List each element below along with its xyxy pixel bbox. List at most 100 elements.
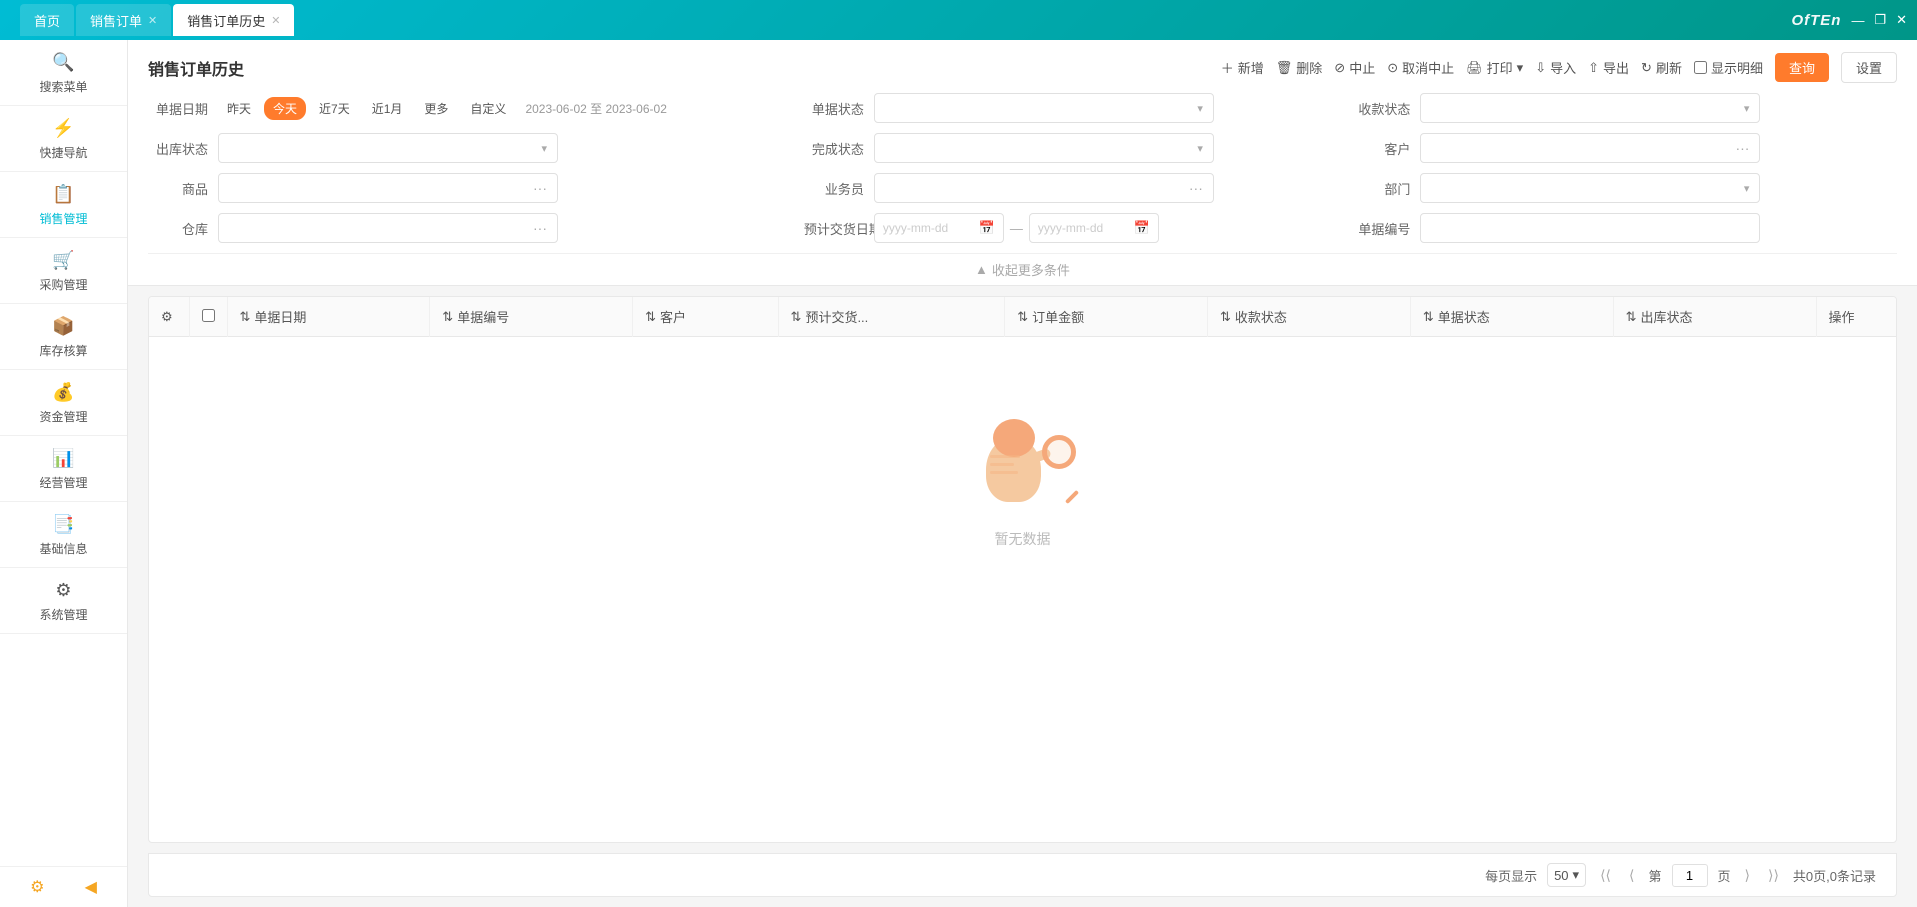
warehouse-ellipsis[interactable]: ···: [533, 220, 547, 236]
customer-label: 客户: [1350, 139, 1420, 158]
sidebar-item-operations-label: 经营管理: [39, 474, 87, 491]
sales-icon: 📋: [52, 184, 74, 205]
export-icon: ⇧: [1588, 60, 1599, 76]
sidebar-item-sales[interactable]: 📋 销售管理: [0, 172, 127, 238]
print-label: 打印: [1487, 58, 1513, 77]
sidebar-item-base-info[interactable]: 📑 基础信息: [0, 502, 127, 568]
sidebar-collapse-btn[interactable]: ◀: [85, 877, 97, 897]
empty-text: 暂无数据: [995, 529, 1051, 549]
window-minimize[interactable]: —: [1851, 13, 1864, 28]
display-detail-checkbox[interactable]: [1694, 61, 1707, 74]
new-button[interactable]: ＋ 新增: [1221, 58, 1264, 77]
cancel-stop-button[interactable]: ⊙ 取消中止: [1387, 58, 1454, 77]
tab-sales-order-history[interactable]: 销售订单历史 ✕: [173, 4, 294, 36]
data-table: ⚙ ⇅ 单据日期 ⇅: [149, 297, 1896, 629]
col-payment-status[interactable]: ⇅ 收款状态: [1208, 297, 1411, 337]
complete-status-select[interactable]: ▾: [874, 133, 1214, 163]
sidebar-bottom: ⚙ ◀: [0, 866, 127, 907]
collapse-icon: ▲: [975, 262, 988, 277]
date-pill-custom[interactable]: 自定义: [461, 97, 515, 120]
customer-ellipsis[interactable]: ···: [1735, 140, 1749, 156]
sidebar-item-inventory[interactable]: 📦 库存核算: [0, 304, 127, 370]
tab-sales-order-close[interactable]: ✕: [148, 14, 157, 27]
top-bar: 首页 销售订单 ✕ 销售订单历史 ✕ OfTEn — ❐ ✕: [0, 0, 1917, 40]
sidebar-item-purchase[interactable]: 🛒 采购管理: [0, 238, 127, 304]
out-status-select[interactable]: ▾: [218, 133, 558, 163]
collapse-filter-row[interactable]: ▲ 收起更多条件: [148, 253, 1897, 285]
delete-button[interactable]: 🗑 删除: [1276, 58, 1323, 77]
tab-sales-order-history-close[interactable]: ✕: [271, 14, 280, 27]
sidebar-item-inventory-label: 库存核算: [39, 342, 87, 359]
date-pill-last1m[interactable]: 近1月: [363, 97, 412, 120]
order-number-input[interactable]: [1420, 213, 1760, 243]
col-out-status[interactable]: ⇅ 出库状态: [1613, 297, 1816, 337]
last-page-btn[interactable]: ⟩⟩: [1764, 865, 1783, 886]
department-select[interactable]: ▾: [1420, 173, 1760, 203]
ill-head: [993, 419, 1035, 457]
inventory-icon: 📦: [52, 316, 74, 337]
order-status-select[interactable]: ▾: [874, 93, 1214, 123]
import-button[interactable]: ⇩ 导入: [1535, 58, 1576, 77]
refresh-label: 刷新: [1656, 58, 1682, 77]
col-delivery[interactable]: ⇅ 预计交货...: [778, 297, 1005, 337]
col-number[interactable]: ⇅ 单据编号: [430, 297, 633, 337]
col-checkbox: [189, 297, 227, 337]
col-customer-sortable[interactable]: ⇅ 客户: [645, 307, 765, 326]
delivery-date-from-input[interactable]: yyyy-mm-dd 📅: [874, 213, 1004, 243]
prev-page-btn[interactable]: ⟨: [1625, 865, 1638, 886]
display-detail-toggle[interactable]: 显示明细: [1694, 58, 1763, 77]
col-payment-status-sortable[interactable]: ⇅ 收款状态: [1220, 307, 1398, 326]
sidebar-settings-btn[interactable]: ⚙: [30, 877, 44, 897]
sidebar-item-purchase-label: 采购管理: [39, 276, 87, 293]
window-restore[interactable]: ❐: [1874, 12, 1886, 28]
sidebar-item-quick-nav[interactable]: ⚡ 快捷导航: [0, 106, 127, 172]
settings-button[interactable]: 设置: [1841, 52, 1897, 83]
print-button[interactable]: 🖨 打印 ▾: [1466, 58, 1523, 77]
page-header: 销售订单历史 ＋ 新增 🗑 删除 ⊘ 中止 ⊙: [128, 40, 1917, 286]
product-ellipsis[interactable]: ···: [533, 180, 547, 196]
refresh-button[interactable]: ↻ 刷新: [1641, 58, 1682, 77]
page-size-select[interactable]: 50 ▾: [1547, 863, 1586, 887]
col-delivery-sortable[interactable]: ⇅ 预计交货...: [791, 307, 993, 326]
col-out-status-sortable[interactable]: ⇅ 出库状态: [1626, 307, 1804, 326]
sidebar-item-operations[interactable]: 📊 经营管理: [0, 436, 127, 502]
sidebar-item-finance[interactable]: 💰 资金管理: [0, 370, 127, 436]
col-date-sortable[interactable]: ⇅ 单据日期: [240, 307, 418, 326]
salesperson-label: 业务员: [804, 179, 874, 198]
select-all-checkbox[interactable]: [202, 309, 215, 322]
sidebar-item-search-menu[interactable]: 🔍 搜索菜单: [0, 40, 127, 106]
col-order-status[interactable]: ⇅ 单据状态: [1410, 297, 1613, 337]
col-settings[interactable]: ⚙: [149, 297, 189, 337]
window-close[interactable]: ✕: [1896, 12, 1907, 28]
col-date[interactable]: ⇅ 单据日期: [227, 297, 430, 337]
tab-sales-order[interactable]: 销售订单 ✕: [76, 4, 171, 36]
date-pill-yesterday[interactable]: 昨天: [218, 97, 260, 120]
page-number-input[interactable]: [1672, 864, 1708, 887]
col-order-status-sortable[interactable]: ⇅ 单据状态: [1423, 307, 1601, 326]
salesperson-ellipsis[interactable]: ···: [1189, 180, 1203, 196]
next-page-btn[interactable]: ⟩: [1741, 865, 1754, 886]
col-amount-sortable[interactable]: ⇅ 订单金额: [1017, 307, 1195, 326]
delivery-from-cal-icon: 📅: [979, 220, 995, 236]
filter-row-1: 单据日期 昨天 今天 近7天 近1月 更多 自定义 2023-06-02 至 2…: [148, 93, 1897, 123]
date-pill-today[interactable]: 今天: [264, 97, 306, 120]
page-label-pre: 第: [1648, 866, 1661, 885]
payment-status-select[interactable]: ▾: [1420, 93, 1760, 123]
col-amount[interactable]: ⇅ 订单金额: [1005, 297, 1208, 337]
date-pill-more[interactable]: 更多: [415, 97, 457, 120]
purchase-icon: 🛒: [52, 250, 74, 271]
date-pill-last7[interactable]: 近7天: [310, 97, 359, 120]
empty-state-row: 暂无数据: [149, 337, 1896, 630]
page-title-row: 销售订单历史 ＋ 新增 🗑 删除 ⊘ 中止 ⊙: [148, 52, 1897, 83]
query-button[interactable]: 查询: [1775, 53, 1829, 82]
first-page-btn[interactable]: ⟨⟨: [1596, 865, 1615, 886]
col-number-sortable[interactable]: ⇅ 单据编号: [442, 307, 620, 326]
delivery-date-to-input[interactable]: yyyy-mm-dd 📅: [1029, 213, 1159, 243]
col-customer[interactable]: ⇅ 客户: [633, 297, 778, 337]
table-container: ⚙ ⇅ 单据日期 ⇅: [148, 296, 1897, 843]
empty-illustration: [968, 417, 1078, 517]
export-button[interactable]: ⇧ 导出: [1588, 58, 1629, 77]
stop-button[interactable]: ⊘ 中止: [1334, 58, 1375, 77]
sidebar-item-system[interactable]: ⚙ 系统管理: [0, 568, 127, 634]
tab-home[interactable]: 首页: [20, 4, 74, 36]
